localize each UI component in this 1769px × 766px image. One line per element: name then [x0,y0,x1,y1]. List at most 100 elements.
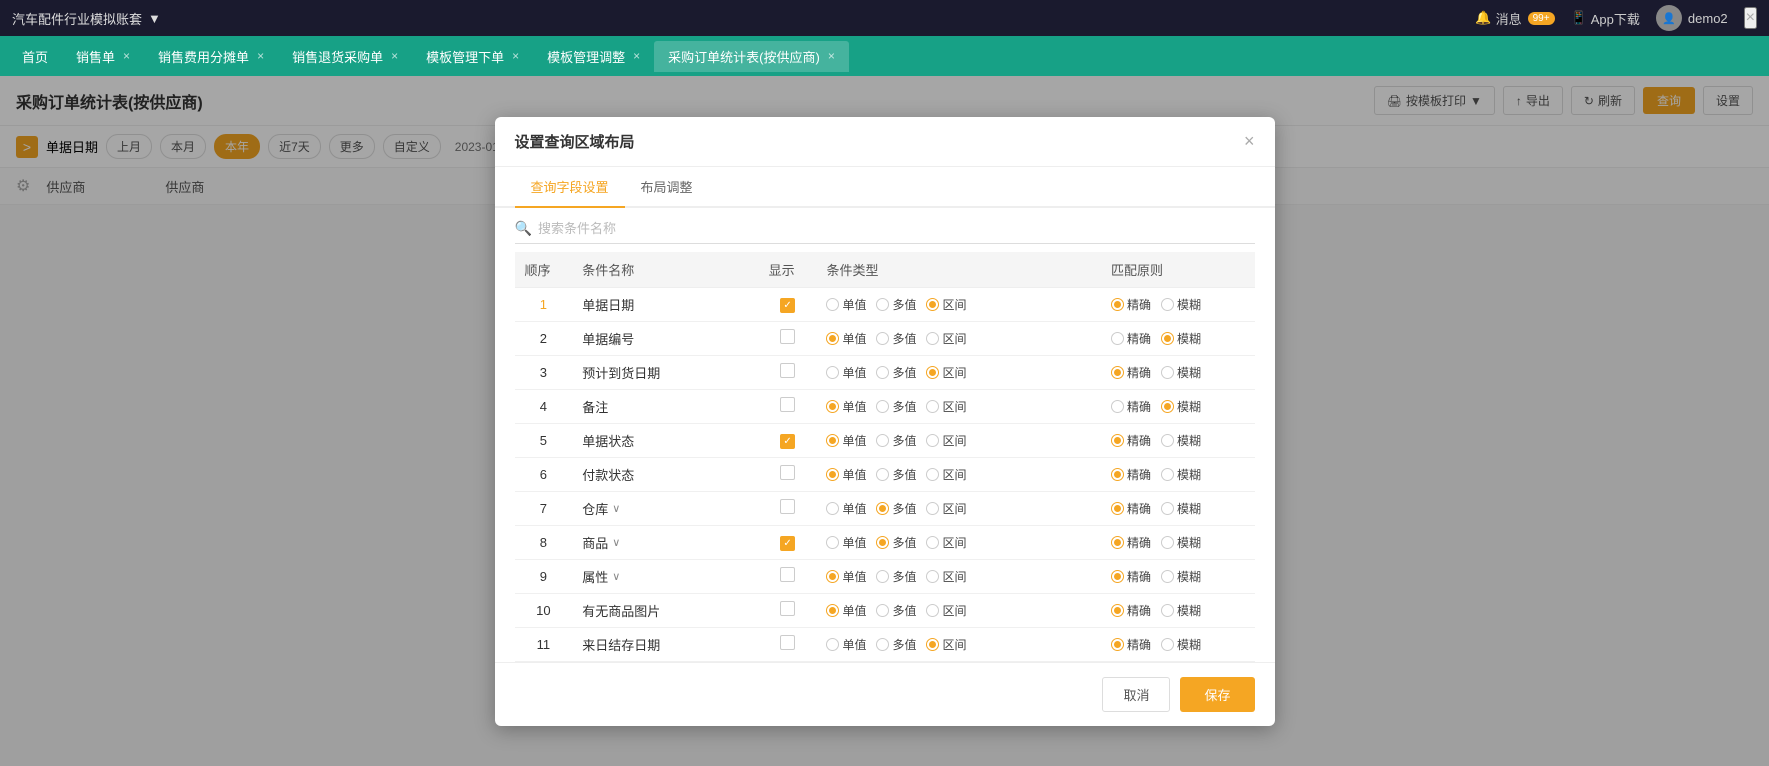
match-option-精确[interactable]: 精确 [1111,432,1151,449]
type-option-多值[interactable]: 多值 [876,534,916,551]
display-checkbox[interactable] [780,397,795,412]
app-dropdown-icon[interactable]: ▼ [148,11,161,26]
match-option-精确[interactable]: 精确 [1111,636,1151,653]
top-close-button[interactable]: × [1744,7,1757,29]
dialog-tab-fields[interactable]: 查询字段设置 [515,167,625,208]
type-option-单值[interactable]: 单值 [826,602,866,619]
display-checkbox[interactable] [780,635,795,650]
type-option-单值[interactable]: 单值 [826,568,866,585]
expand-icon[interactable]: ∨ [612,570,620,583]
save-button[interactable]: 保存 [1180,677,1254,712]
config-table: 顺序 条件名称 显示 条件类型 匹配原则 1单据日期✓单值多值区间精确模糊2单据… [515,252,1255,662]
match-option-模糊[interactable]: 模糊 [1161,636,1201,653]
type-option-多值[interactable]: 多值 [876,636,916,653]
notification-area[interactable]: 🔔 消息 99+ [1475,9,1554,28]
match-option-模糊[interactable]: 模糊 [1161,432,1201,449]
dialog-close-button[interactable]: × [1244,132,1255,150]
nav-tab-sales-return[interactable]: 销售退货采购单 × [278,41,412,72]
match-option-精确[interactable]: 精确 [1111,602,1151,619]
type-option-多值[interactable]: 多值 [876,602,916,619]
cancel-button[interactable]: 取消 [1102,677,1170,712]
match-option-精确[interactable]: 精确 [1111,568,1151,585]
match-option-模糊[interactable]: 模糊 [1161,568,1201,585]
radio-label: 多值 [892,568,916,585]
display-checkbox[interactable]: ✓ [780,536,795,551]
display-checkbox[interactable]: ✓ [780,434,795,449]
type-option-单值[interactable]: 单值 [826,432,866,449]
dialog-tab-layout[interactable]: 布局调整 [625,167,709,208]
nav-tab-sales-expense[interactable]: 销售费用分摊单 × [144,41,278,72]
display-checkbox[interactable] [780,567,795,582]
match-option-模糊[interactable]: 模糊 [1161,534,1201,551]
nav-tab-purchase-stats-close[interactable]: × [828,49,835,63]
type-option-单值[interactable]: 单值 [826,534,866,551]
type-option-单值[interactable]: 单值 [826,398,866,415]
nav-tab-purchase-stats[interactable]: 采购订单统计表(按供应商) × [654,41,849,72]
type-option-区间[interactable]: 区间 [926,296,966,313]
display-checkbox[interactable]: ✓ [780,298,795,313]
app-download-area[interactable]: 📱 App下载 [1571,9,1640,28]
match-option-精确[interactable]: 精确 [1111,398,1151,415]
type-option-多值[interactable]: 多值 [876,568,916,585]
type-option-区间[interactable]: 区间 [926,636,966,653]
display-checkbox[interactable] [780,499,795,514]
match-option-模糊[interactable]: 模糊 [1161,364,1201,381]
type-option-区间[interactable]: 区间 [926,330,966,347]
type-option-区间[interactable]: 区间 [926,364,966,381]
type-option-多值[interactable]: 多值 [876,500,916,517]
display-checkbox[interactable] [780,363,795,378]
type-option-单值[interactable]: 单值 [826,364,866,381]
match-option-模糊[interactable]: 模糊 [1161,602,1201,619]
radio-label: 多值 [892,534,916,551]
search-input[interactable] [538,221,738,236]
type-option-单值[interactable]: 单值 [826,296,866,313]
type-option-区间[interactable]: 区间 [926,466,966,483]
type-option-区间[interactable]: 区间 [926,568,966,585]
display-checkbox[interactable] [780,329,795,344]
row-seq: 1 [515,287,573,321]
type-option-区间[interactable]: 区间 [926,398,966,415]
type-option-多值[interactable]: 多值 [876,364,916,381]
type-option-单值[interactable]: 单值 [826,636,866,653]
nav-tab-template-adjust-close[interactable]: × [633,49,640,63]
type-option-区间[interactable]: 区间 [926,500,966,517]
match-option-模糊[interactable]: 模糊 [1161,466,1201,483]
type-option-多值[interactable]: 多值 [876,330,916,347]
type-option-区间[interactable]: 区间 [926,432,966,449]
match-option-模糊[interactable]: 模糊 [1161,296,1201,313]
type-option-区间[interactable]: 区间 [926,534,966,551]
user-area[interactable]: 👤 demo2 [1656,5,1728,31]
match-option-精确[interactable]: 精确 [1111,296,1151,313]
display-checkbox[interactable] [780,601,795,616]
type-option-多值[interactable]: 多值 [876,432,916,449]
nav-tab-sales-order-label: 销售单 [76,47,115,66]
type-option-多值[interactable]: 多值 [876,466,916,483]
type-option-单值[interactable]: 单值 [826,330,866,347]
nav-home[interactable]: 首页 [8,41,62,72]
nav-tab-sales-order-close[interactable]: × [123,49,130,63]
row-seq: 2 [515,321,573,355]
match-option-模糊[interactable]: 模糊 [1161,398,1201,415]
nav-tab-sales-return-close[interactable]: × [391,49,398,63]
nav-tab-template-adjust[interactable]: 模板管理调整 × [533,41,654,72]
match-option-精确[interactable]: 精确 [1111,534,1151,551]
match-option-精确[interactable]: 精确 [1111,330,1151,347]
nav-tab-sales-order[interactable]: 销售单 × [62,41,144,72]
nav-tab-template-order[interactable]: 模板管理下单 × [412,41,533,72]
match-option-模糊[interactable]: 模糊 [1161,330,1201,347]
type-option-区间[interactable]: 区间 [926,602,966,619]
type-option-多值[interactable]: 多值 [876,296,916,313]
match-option-精确[interactable]: 精确 [1111,364,1151,381]
display-checkbox[interactable] [780,465,795,480]
expand-icon[interactable]: ∨ [612,502,620,515]
type-option-单值[interactable]: 单值 [826,500,866,517]
match-option-精确[interactable]: 精确 [1111,466,1151,483]
radio-btn [1161,502,1174,515]
match-option-精确[interactable]: 精确 [1111,500,1151,517]
nav-tab-template-order-close[interactable]: × [512,49,519,63]
type-option-多值[interactable]: 多值 [876,398,916,415]
nav-tab-sales-expense-close[interactable]: × [257,49,264,63]
type-option-单值[interactable]: 单值 [826,466,866,483]
expand-icon[interactable]: ∨ [612,536,620,549]
match-option-模糊[interactable]: 模糊 [1161,500,1201,517]
